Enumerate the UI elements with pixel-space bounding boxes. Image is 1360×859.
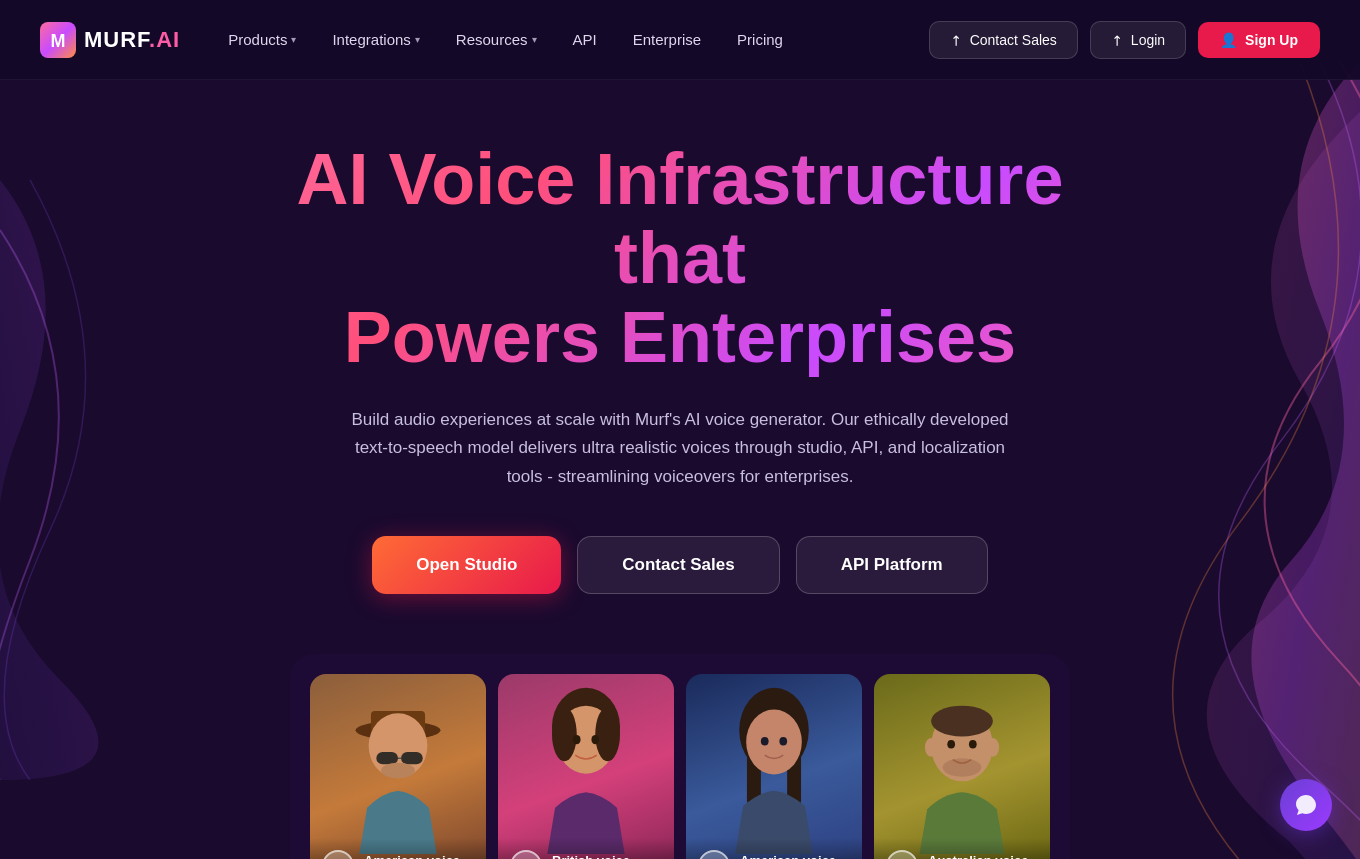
nav-item-api[interactable]: API xyxy=(557,23,613,56)
arrow-icon: ↗ xyxy=(1107,30,1127,50)
svg-point-23 xyxy=(925,738,937,757)
nav-item-products[interactable]: Products ▾ xyxy=(212,23,312,56)
svg-point-13 xyxy=(573,735,581,744)
chat-icon xyxy=(1293,792,1319,818)
voice-type-3: American voice xyxy=(740,853,836,859)
svg-point-8 xyxy=(381,763,415,778)
svg-point-12 xyxy=(595,707,620,761)
nav-item-enterprise[interactable]: Enterprise xyxy=(617,23,717,56)
voice-type-4: Australian voice xyxy=(928,853,1028,859)
nav-contact-sales-button[interactable]: ↗ Contact Sales xyxy=(929,21,1078,59)
svg-point-11 xyxy=(552,707,577,761)
chevron-down-icon: ▾ xyxy=(291,34,296,45)
voice-info-4: Australian voice Young Adult xyxy=(928,853,1028,859)
voice-info-3: American voice Young adult xyxy=(740,853,836,859)
play-button-1[interactable] xyxy=(322,850,354,859)
arrow-icon: ↗ xyxy=(946,30,966,50)
hero-title: AI Voice Infrastructure that Powers Ente… xyxy=(230,140,1130,378)
nav-item-resources[interactable]: Resources ▾ xyxy=(440,23,553,56)
cta-group: Open Studio Contact Sales API Platform xyxy=(372,536,988,594)
svg-point-14 xyxy=(591,735,599,744)
svg-point-25 xyxy=(947,740,955,749)
play-button-3[interactable] xyxy=(698,850,730,859)
nav-login-button[interactable]: ↗ Login xyxy=(1090,21,1186,59)
open-studio-button[interactable]: Open Studio xyxy=(372,536,561,594)
card-overlay-3: American voice Young adult xyxy=(686,838,862,859)
svg-point-18 xyxy=(746,710,802,775)
svg-point-24 xyxy=(987,738,999,757)
voice-info-2: British voice Young adult xyxy=(552,853,630,859)
voice-card-4[interactable]: Australian voice Young Adult xyxy=(874,674,1050,859)
chevron-down-icon: ▾ xyxy=(415,34,420,45)
user-icon: 👤 xyxy=(1220,32,1237,48)
nav-links: Products ▾ Integrations ▾ Resources ▾ AP… xyxy=(212,23,928,56)
main-nav: M MURF.AI Products ▾ Integrations ▾ Reso… xyxy=(0,0,1360,80)
card-overlay-1: American voice Middle-aged xyxy=(310,838,486,859)
svg-point-19 xyxy=(761,737,769,746)
main-content: AI Voice Infrastructure that Powers Ente… xyxy=(0,80,1360,859)
voice-type-1: American voice xyxy=(364,853,460,859)
svg-text:M: M xyxy=(51,31,66,51)
svg-point-26 xyxy=(969,740,977,749)
chat-support-button[interactable] xyxy=(1280,779,1332,831)
svg-rect-6 xyxy=(401,752,423,764)
nav-signup-button[interactable]: 👤 Sign Up xyxy=(1198,22,1320,58)
svg-point-27 xyxy=(943,758,982,777)
voice-info-1: American voice Middle-aged xyxy=(364,853,460,859)
api-platform-button[interactable]: API Platform xyxy=(796,536,988,594)
voice-card-3[interactable]: American voice Young adult xyxy=(686,674,862,859)
logo[interactable]: M MURF.AI xyxy=(40,22,180,58)
hero-subtitle: Build audio experiences at scale with Mu… xyxy=(340,406,1020,493)
svg-rect-5 xyxy=(376,752,398,764)
svg-point-22 xyxy=(931,706,993,737)
chevron-down-icon: ▾ xyxy=(532,34,537,45)
play-button-4[interactable] xyxy=(886,850,918,859)
voice-type-2: British voice xyxy=(552,853,630,859)
contact-sales-button[interactable]: Contact Sales xyxy=(577,536,779,594)
card-overlay-4: Australian voice Young Adult xyxy=(874,838,1050,859)
voice-card-1[interactable]: American voice Middle-aged xyxy=(310,674,486,859)
play-button-2[interactable] xyxy=(510,850,542,859)
voice-card-2[interactable]: British voice Young adult xyxy=(498,674,674,859)
card-overlay-2: British voice Young adult xyxy=(498,838,674,859)
voice-cards-container: American voice Middle-aged xyxy=(290,654,1070,859)
nav-item-pricing[interactable]: Pricing xyxy=(721,23,799,56)
nav-actions: ↗ Contact Sales ↗ Login 👤 Sign Up xyxy=(929,21,1320,59)
nav-item-integrations[interactable]: Integrations ▾ xyxy=(316,23,435,56)
svg-point-20 xyxy=(779,737,787,746)
voice-cards: American voice Middle-aged xyxy=(310,674,1050,859)
logo-text: MURF.AI xyxy=(84,27,180,53)
